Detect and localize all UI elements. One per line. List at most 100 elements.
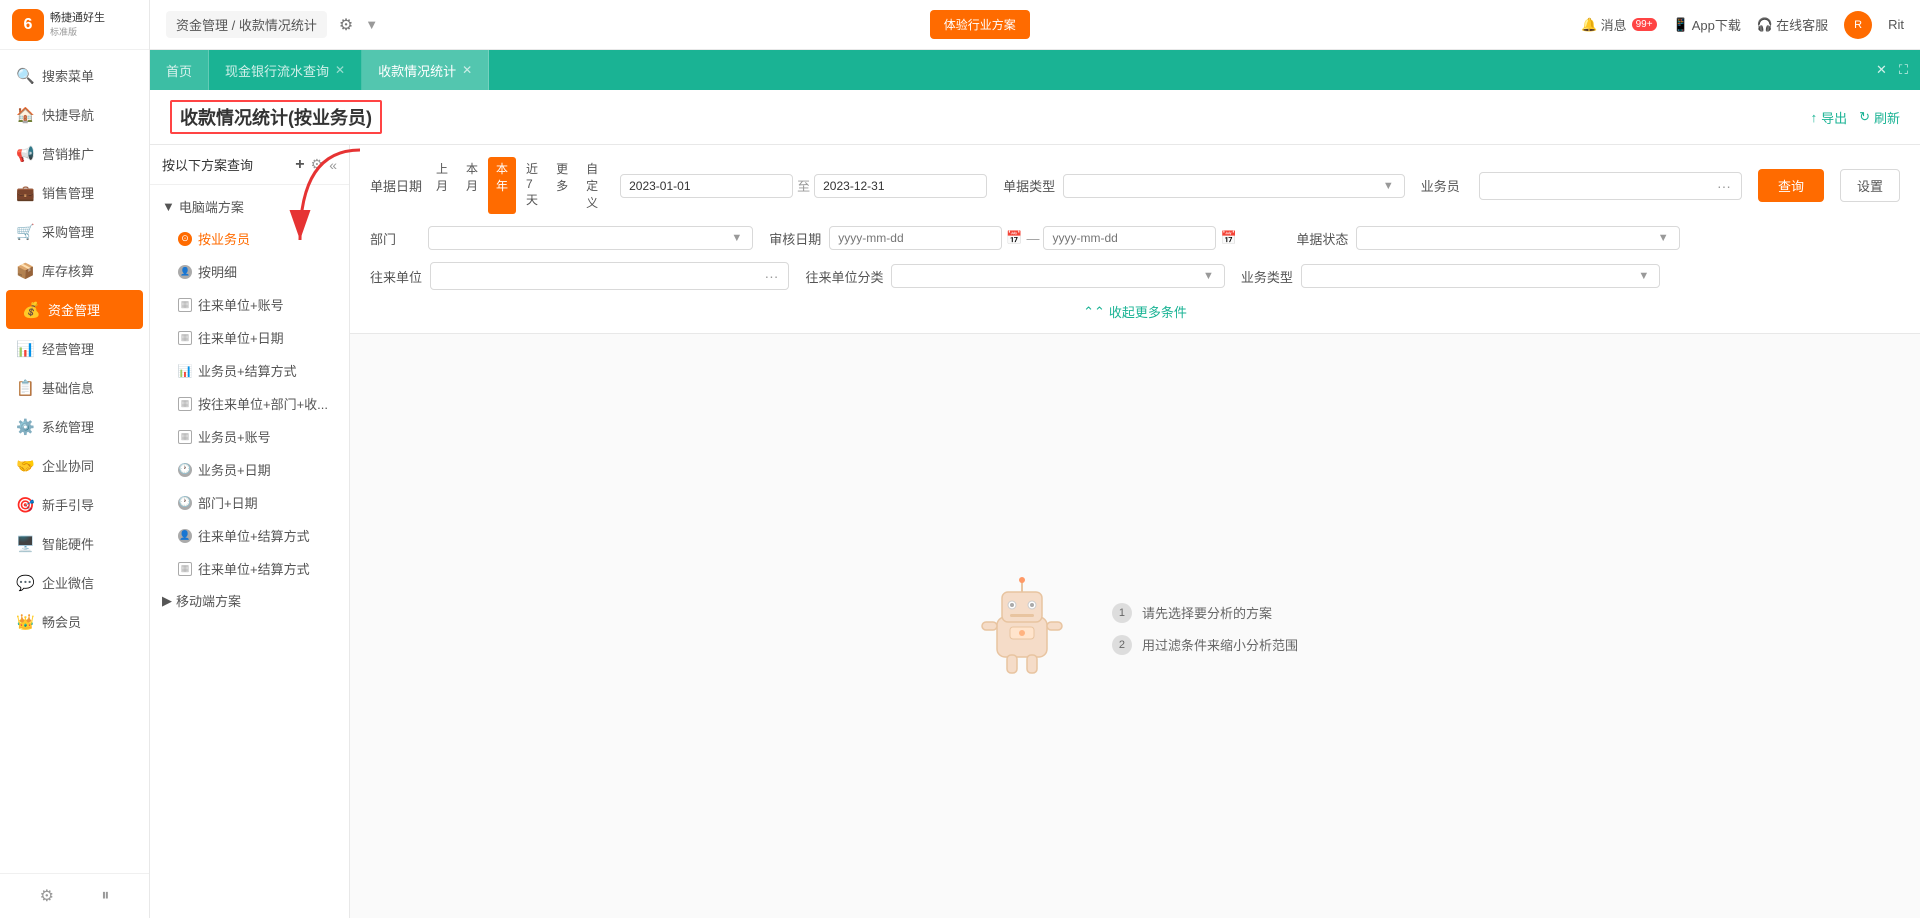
dept-select[interactable]: ▼ bbox=[428, 226, 753, 250]
date-range: 至 bbox=[620, 174, 987, 198]
date-tab-lastmonth[interactable]: 上月 bbox=[428, 157, 456, 214]
tree-item-unit-method2[interactable]: ▦ 往来单位+结算方式 bbox=[150, 552, 349, 585]
topbar-gear-icon[interactable]: ⚙ bbox=[339, 15, 353, 35]
sidebar-item-wechat[interactable]: 💬 企业微信 bbox=[0, 563, 149, 602]
app-download-area[interactable]: 📱 App下载 bbox=[1673, 15, 1741, 34]
left-panel: 按以下方案查询 + ⚙ « ▼ 电脑端方案 ⊙ 按业务员 bbox=[150, 145, 350, 918]
query-button[interactable]: 查询 bbox=[1758, 169, 1824, 202]
sidebar-item-label: 库存核算 bbox=[42, 261, 94, 280]
calendar-to-icon[interactable]: 📅 bbox=[1220, 230, 1236, 246]
collapse-bottom-icon[interactable]: ⏸ bbox=[101, 887, 109, 905]
staff-ellipsis-icon[interactable]: ··· bbox=[1717, 178, 1731, 194]
settings-bottom-icon[interactable]: ⚙ bbox=[40, 886, 54, 906]
sidebar-item-member[interactable]: 👑 畅会员 bbox=[0, 602, 149, 641]
sidebar-item-inventory[interactable]: 📦 库存核算 bbox=[0, 251, 149, 290]
sidebar-item-search[interactable]: 🔍 搜索菜单 bbox=[0, 56, 149, 95]
date-tab-thismonth[interactable]: 本月 bbox=[458, 157, 486, 214]
sidebar-item-operations[interactable]: 📊 经营管理 bbox=[0, 329, 149, 368]
online-service-area[interactable]: 🎧 在线客服 bbox=[1757, 15, 1828, 34]
biz-type-label: 业务类型 bbox=[1241, 267, 1293, 286]
logo-main-text: 畅捷通好生 bbox=[50, 11, 105, 25]
counterpart-ellipsis-icon[interactable]: ··· bbox=[764, 268, 778, 284]
collapse-chevron-icon: ⌃⌃ bbox=[1083, 304, 1105, 320]
notification-label: 消息 bbox=[1601, 15, 1627, 34]
breadcrumb-text: 资金管理 / 收款情况统计 bbox=[176, 15, 317, 34]
date-tab-custom[interactable]: 自定义 bbox=[578, 157, 608, 214]
sidebar-item-marketing[interactable]: 📢 营销推广 bbox=[0, 134, 149, 173]
tree-item-staff-account[interactable]: ▦ 业务员+账号 bbox=[150, 420, 349, 453]
panel-add-icon[interactable]: + bbox=[295, 156, 304, 174]
review-date-separator: — bbox=[1026, 231, 1039, 246]
staff-select[interactable]: ··· bbox=[1479, 172, 1742, 200]
doc-status-select[interactable]: ▼ bbox=[1356, 226, 1679, 250]
tab-close-all-icon[interactable]: ✕ bbox=[1876, 62, 1887, 78]
biz-type-select[interactable]: ▼ bbox=[1301, 264, 1660, 288]
sidebar-item-label: 畅会员 bbox=[42, 612, 81, 631]
tree-item-unit-date[interactable]: ▦ 往来单位+日期 bbox=[150, 321, 349, 354]
sidebar-item-hardware[interactable]: 🖥️ 智能硬件 bbox=[0, 524, 149, 563]
tree-item-by-detail[interactable]: 👤 按明细 bbox=[150, 255, 349, 288]
tree-item-unit-method1[interactable]: 👤 往来单位+结算方式 bbox=[150, 519, 349, 552]
sidebar-item-system[interactable]: ⚙️ 系统管理 bbox=[0, 407, 149, 446]
tree-item-dept-date[interactable]: 🕐 部门+日期 bbox=[150, 486, 349, 519]
date-separator: 至 bbox=[797, 176, 810, 195]
notification-badge: 99+ bbox=[1632, 18, 1657, 31]
user-avatar[interactable]: R bbox=[1844, 11, 1872, 39]
tree-item-staff-date[interactable]: 🕐 业务员+日期 bbox=[150, 453, 349, 486]
main-area: 资金管理 / 收款情况统计 ⚙ ▼ 体验行业方案 🔔 消息 99+ 📱 App下… bbox=[150, 0, 1920, 918]
notification-area[interactable]: 🔔 消息 99+ bbox=[1581, 15, 1656, 34]
collapse-more-button[interactable]: ⌃⌃ 收起更多条件 bbox=[370, 302, 1900, 321]
date-tab-7days[interactable]: 近7天 bbox=[518, 157, 546, 214]
tree-item-label: 往来单位+结算方式 bbox=[198, 526, 310, 545]
sidebar-item-finance[interactable]: 💰 资金管理 bbox=[6, 290, 143, 329]
tab-bank-close-icon[interactable]: ✕ bbox=[335, 63, 345, 77]
sidebar-item-label: 资金管理 bbox=[48, 300, 100, 319]
tree-group-pc[interactable]: ▼ 电脑端方案 bbox=[150, 191, 349, 222]
counterpart-select[interactable]: ··· bbox=[430, 262, 789, 290]
date-to-input[interactable] bbox=[814, 174, 987, 198]
sidebar-item-quicknav[interactable]: 🏠 快捷导航 bbox=[0, 95, 149, 134]
doc-type-select[interactable]: ▼ bbox=[1063, 174, 1405, 198]
refresh-icon: ↻ bbox=[1859, 109, 1870, 125]
staff-field: 业务员 ··· bbox=[1421, 172, 1742, 200]
tab-expand-icon[interactable]: ⛶ bbox=[1899, 62, 1908, 78]
basic-nav-icon: 📋 bbox=[16, 379, 34, 397]
panel-collapse-icon[interactable]: « bbox=[329, 157, 337, 173]
tree-item-icon-detail: 👤 bbox=[178, 265, 192, 279]
export-button[interactable]: ↑ 导出 bbox=[1811, 108, 1848, 127]
calendar-from-icon[interactable]: 📅 bbox=[1006, 230, 1022, 246]
sales-nav-icon: 💼 bbox=[16, 184, 34, 202]
dropdown-arrow-icon[interactable]: ▼ bbox=[365, 17, 378, 32]
date-tab-thisyear[interactable]: 本年 bbox=[488, 157, 516, 214]
sidebar-item-enterprise[interactable]: 🤝 企业协同 bbox=[0, 446, 149, 485]
tab-home[interactable]: 首页 bbox=[150, 50, 209, 90]
step-2-number: 2 bbox=[1112, 635, 1132, 655]
date-tab-more[interactable]: 更多 bbox=[548, 157, 576, 214]
empty-illustration bbox=[972, 572, 1072, 685]
sidebar-item-sales[interactable]: 💼 销售管理 bbox=[0, 173, 149, 212]
panel-settings-icon[interactable]: ⚙ bbox=[311, 156, 324, 173]
tree-item-staff-method[interactable]: 📊 业务员+结算方式 bbox=[150, 354, 349, 387]
tree-item-label: 业务员+结算方式 bbox=[198, 361, 297, 380]
sidebar-item-guide[interactable]: 🎯 新手引导 bbox=[0, 485, 149, 524]
sidebar-item-purchase[interactable]: 🛒 采购管理 bbox=[0, 212, 149, 251]
sidebar-item-basic[interactable]: 📋 基础信息 bbox=[0, 368, 149, 407]
review-date-to-input[interactable] bbox=[1043, 226, 1216, 250]
date-from-input[interactable] bbox=[620, 174, 793, 198]
tree-item-icon-staff: ⊙ bbox=[178, 232, 192, 246]
tab-bank[interactable]: 现金银行流水查询 ✕ bbox=[209, 50, 362, 90]
tree-item-unit-account[interactable]: ▦ 往来单位+账号 bbox=[150, 288, 349, 321]
tree-group-mobile[interactable]: ▶ 移动端方案 bbox=[150, 585, 349, 616]
trial-button[interactable]: 体验行业方案 bbox=[930, 10, 1030, 39]
refresh-button[interactable]: ↻ 刷新 bbox=[1859, 108, 1900, 127]
tab-collection-close-icon[interactable]: ✕ bbox=[462, 63, 472, 77]
tab-collection[interactable]: 收款情况统计 ✕ bbox=[362, 50, 489, 90]
tree-item-unit-dept-col[interactable]: ▦ 按往来单位+部门+收... bbox=[150, 387, 349, 420]
review-date-from-input[interactable] bbox=[829, 226, 1002, 250]
settings-button[interactable]: 设置 bbox=[1840, 169, 1900, 202]
counterpart-type-select[interactable]: ▼ bbox=[891, 264, 1224, 288]
empty-step-1: 1 请先选择要分析的方案 bbox=[1112, 603, 1272, 623]
page-content: 收款情况统计(按业务员) ↑ 导出 ↻ 刷新 按以下方案查询 + bbox=[150, 90, 1920, 918]
tree-item-by-staff[interactable]: ⊙ 按业务员 bbox=[150, 222, 349, 255]
biz-type-arrow-icon: ▼ bbox=[1638, 270, 1649, 282]
